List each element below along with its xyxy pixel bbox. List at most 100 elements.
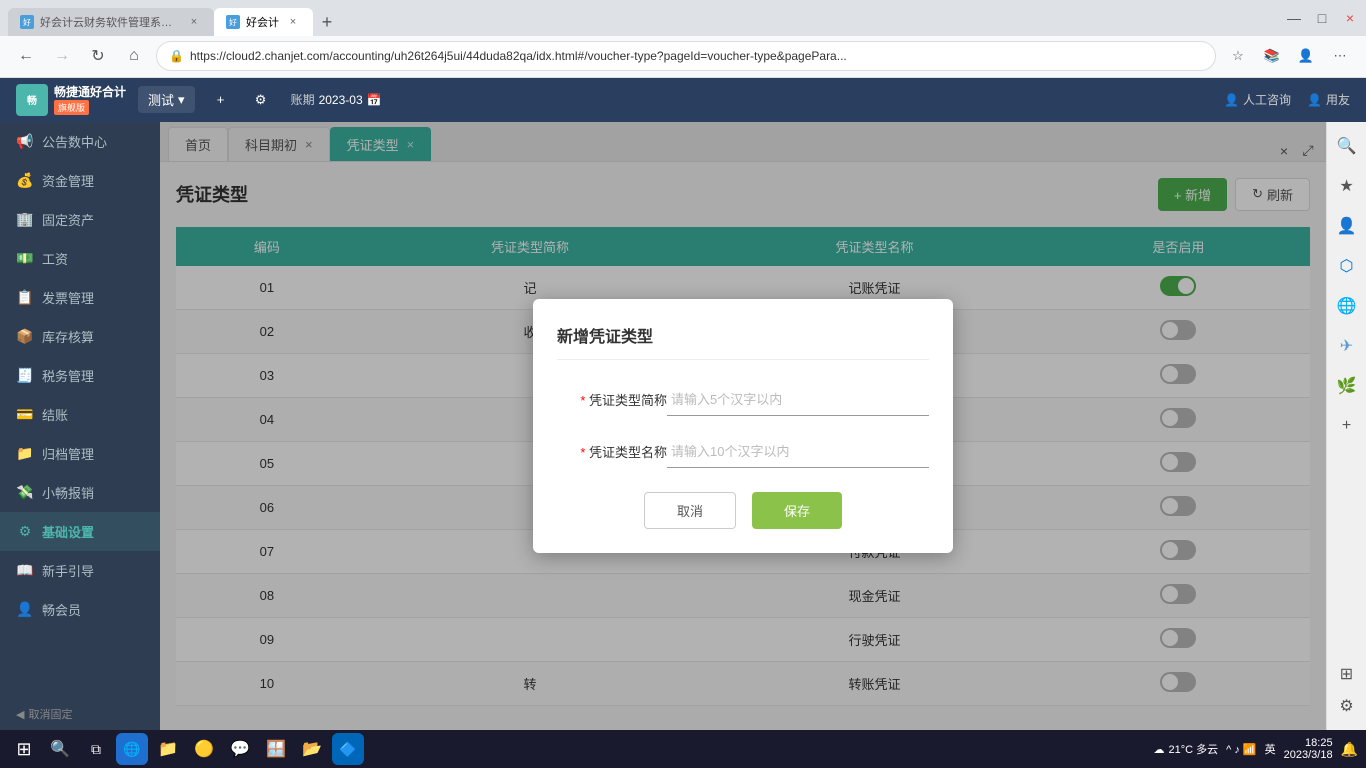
close-button[interactable]: × <box>1342 10 1358 26</box>
sidebar-item-label-invoice: 发票管理 <box>42 288 94 307</box>
consult-label: 人工咨询 <box>1243 91 1291 108</box>
sidebar-item-member[interactable]: 👤 畅会员 <box>0 590 160 629</box>
tab2-favicon: 好 <box>226 15 240 29</box>
sidebar-item-label-tax: 税务管理 <box>42 366 94 385</box>
unpin-button[interactable]: ◀ 取消固定 <box>0 698 160 730</box>
browser-tab-1[interactable]: 好 好会计云财务软件管理系统_会计 × <box>8 8 214 36</box>
main-area: 📢 公告数中心 💰 资金管理 🏢 固定资产 💵 工资 <box>0 122 1366 730</box>
right-feather-button[interactable]: ✈ <box>1331 330 1363 362</box>
company-name: 测试 <box>148 90 174 109</box>
sidebar-item-label-basic-settings: 基础设置 <box>42 522 94 541</box>
topbar-right: 👤 人工咨询 👤 用友 <box>1224 91 1350 108</box>
cancel-button[interactable]: 取消 <box>644 492 736 529</box>
chrome-taskbar-icon[interactable]: 🟡 <box>188 733 220 765</box>
sidebar-item-inventory[interactable]: 📦 库存核算 <box>0 317 160 356</box>
window-controls: — □ × <box>1286 10 1358 26</box>
browser-toolbar: ← → ↻ ⌂ 🔒 https://cloud2.chanjet.com/acc… <box>0 36 1366 78</box>
right-add-button[interactable]: + <box>1331 410 1363 442</box>
right-edge-button[interactable]: 🌐 <box>1331 290 1363 322</box>
settings-icon[interactable]: ⚙ <box>247 86 275 114</box>
consult-icon: 👤 <box>1224 93 1239 107</box>
home-button[interactable]: ⌂ <box>120 42 148 70</box>
right-search-button[interactable]: 🔍 <box>1331 130 1363 162</box>
maximize-button[interactable]: □ <box>1314 10 1330 26</box>
notification-button[interactable]: 🔔 <box>1341 741 1358 758</box>
sidebar-item-announcements[interactable]: 📢 公告数中心 <box>0 122 160 161</box>
right-star-button[interactable]: ★ <box>1331 170 1363 202</box>
tab1-close[interactable]: × <box>186 14 202 30</box>
browser-tab-2[interactable]: 好 好会计 × <box>214 8 313 36</box>
address-bar[interactable]: 🔒 https://cloud2.chanjet.com/accounting/… <box>156 41 1216 71</box>
new-tab-button[interactable]: + <box>313 8 341 36</box>
sidebar-item-archive[interactable]: 📁 归档管理 <box>0 434 160 473</box>
logo-icon: 畅 <box>16 84 48 116</box>
sidebar-item-basic-settings[interactable]: ⚙ 基础设置 <box>0 512 160 551</box>
fixed-assets-icon: 🏢 <box>16 210 34 228</box>
inventory-icon: 📦 <box>16 327 34 345</box>
period-label: 账期 <box>291 91 315 108</box>
profile-icon[interactable]: 👤 <box>1292 42 1320 70</box>
sidebar-item-label-checkout: 结账 <box>42 405 68 424</box>
save-button[interactable]: 保存 <box>752 492 842 529</box>
sidebar-item-label-member: 畅会员 <box>42 600 81 619</box>
file-explorer-icon[interactable]: 📁 <box>152 733 184 765</box>
modal-dialog: 新增凭证类型 凭证类型简称 凭证类型名称 取消 保存 <box>533 299 953 553</box>
consult-button[interactable]: 👤 人工咨询 <box>1224 91 1291 108</box>
sidebar-item-label-expense: 小畅报销 <box>42 483 94 502</box>
browser-tabs: 好 好会计云财务软件管理系统_会计 × 好 好会计 × + <box>8 0 1278 36</box>
sidebar-item-invoice[interactable]: 📋 发票管理 <box>0 278 160 317</box>
tab1-favicon: 好 <box>20 15 34 29</box>
store-taskbar-icon[interactable]: 🪟 <box>260 733 292 765</box>
browser-taskbar-icon[interactable]: 🌐 <box>116 733 148 765</box>
finance-icon: 💰 <box>16 171 34 189</box>
app-logo: 畅 畅捷通好合计 旗舰版 <box>16 84 126 116</box>
sidebar-item-payroll[interactable]: 💵 工资 <box>0 239 160 278</box>
sidebar-item-expense[interactable]: 💸 小畅报销 <box>0 473 160 512</box>
sidebar-item-finance[interactable]: 💰 资金管理 <box>0 161 160 200</box>
collections-icon[interactable]: 📚 <box>1258 42 1286 70</box>
forward-button[interactable]: → <box>48 42 76 70</box>
user-icon: 👤 <box>1307 93 1322 107</box>
tab2-close[interactable]: × <box>285 14 301 30</box>
sidebar: 📢 公告数中心 💰 资金管理 🏢 固定资产 💵 工资 <box>0 122 160 730</box>
company-selector[interactable]: 测试 ▾ <box>138 86 195 113</box>
menu-icon[interactable]: ⋯ <box>1326 42 1354 70</box>
right-grid-button[interactable]: ⊞ <box>1331 658 1363 690</box>
sidebar-item-checkout[interactable]: 💳 结账 <box>0 395 160 434</box>
form-row-abbr: 凭证类型简称 <box>557 384 929 416</box>
sidebar-item-label-payroll: 工资 <box>42 249 68 268</box>
edge-taskbar-icon[interactable]: 🔷 <box>332 733 364 765</box>
files-taskbar-icon[interactable]: 📂 <box>296 733 328 765</box>
name-input[interactable] <box>667 436 929 468</box>
minimize-button[interactable]: — <box>1286 10 1302 26</box>
task-view-button[interactable]: ⧉ <box>80 733 112 765</box>
modal-overlay: 新增凭证类型 凭证类型简称 凭证类型名称 取消 保存 <box>160 122 1326 730</box>
sidebar-item-tax[interactable]: 🧾 税务管理 <box>0 356 160 395</box>
right-outlook-button[interactable]: ⬡ <box>1331 250 1363 282</box>
guide-icon: 📖 <box>16 561 34 579</box>
browser-titlebar: 好 好会计云财务软件管理系统_会计 × 好 好会计 × + — □ × <box>0 0 1366 36</box>
sidebar-item-label-finance: 资金管理 <box>42 171 94 190</box>
logo-title: 畅捷通好合计 <box>54 85 126 99</box>
content-area: 首页 科目期初 × 凭证类型 × × ⤢ <box>160 122 1326 730</box>
reload-button[interactable]: ↻ <box>84 42 112 70</box>
right-user-button[interactable]: 👤 <box>1331 210 1363 242</box>
sidebar-item-guide[interactable]: 📖 新手引导 <box>0 551 160 590</box>
wechat-taskbar-icon[interactable]: 💬 <box>224 733 256 765</box>
search-taskbar-button[interactable]: 🔍 <box>44 733 76 765</box>
sidebar-scroll: 📢 公告数中心 💰 资金管理 🏢 固定资产 💵 工资 <box>0 122 160 698</box>
user-button[interactable]: 👤 用友 <box>1307 91 1350 108</box>
back-button[interactable]: ← <box>12 42 40 70</box>
taskbar: ⊞ 🔍 ⧉ 🌐 📁 🟡 💬 🪟 📂 🔷 ☁ 21°C 多云 ^ <box>0 730 1366 768</box>
sidebar-item-fixed-assets[interactable]: 🏢 固定资产 <box>0 200 160 239</box>
favorites-icon[interactable]: ☆ <box>1224 42 1252 70</box>
right-leaf-button[interactable]: 🌿 <box>1331 370 1363 402</box>
right-settings-bottom-button[interactable]: ⚙ <box>1331 690 1363 722</box>
modal-footer: 取消 保存 <box>557 492 929 529</box>
lock-icon: 🔒 <box>169 49 184 63</box>
dropdown-icon: ▾ <box>178 92 185 108</box>
abbr-input[interactable] <box>667 384 929 416</box>
start-button[interactable]: ⊞ <box>8 733 40 765</box>
add-company-button[interactable]: + <box>207 86 235 114</box>
form-row-name: 凭证类型名称 <box>557 436 929 468</box>
